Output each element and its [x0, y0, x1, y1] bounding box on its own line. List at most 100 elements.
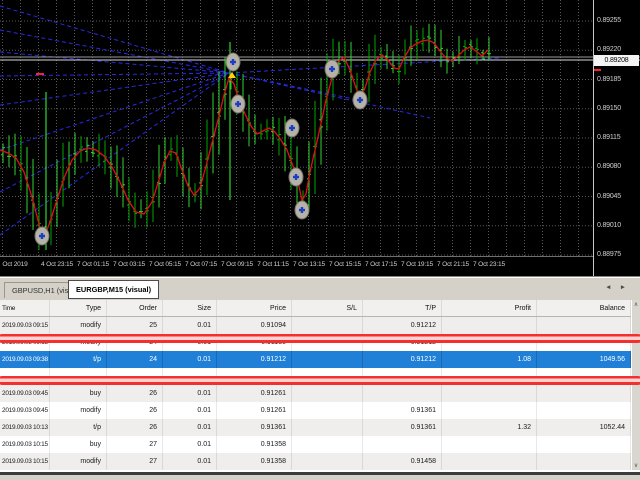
scroll-up-icon[interactable]: ∧: [632, 301, 640, 308]
cell: 2019.09.03 10:15: [0, 436, 50, 453]
time-axis-label: 7 Oct 23:15: [473, 261, 505, 268]
trade-marker-icon: [294, 200, 310, 220]
table-scrollbar[interactable]: ∧ ∨: [632, 300, 640, 472]
cell: 0.91261: [217, 402, 292, 419]
cell: [442, 402, 537, 419]
cell: 27: [107, 436, 163, 453]
fan-line: [0, 72, 230, 193]
price-axis-label: 0.88975: [597, 251, 621, 258]
cell: modify: [50, 317, 107, 334]
tab-scroll-right-icon[interactable]: ►: [620, 284, 634, 291]
cell: 2019.09.03 09:45: [0, 402, 50, 419]
cell: 0.01: [163, 317, 217, 334]
column-header-Profit: Profit: [442, 300, 537, 316]
trade-marker-icon: [284, 118, 300, 138]
cell: 0.91458: [363, 453, 442, 470]
fan-line: [0, 72, 230, 77]
cell: [537, 317, 631, 334]
cell: buy: [50, 436, 107, 453]
table-row[interactable]: 2019.09.03 10:15 modify 27 0.01 0.91358 0.914…: [0, 453, 631, 470]
cell: [363, 385, 442, 402]
price-axis-label: 0.89115: [597, 134, 621, 141]
fan-line: [0, 72, 230, 106]
table-row[interactable]: 2019.09.03 10:13 t/p 26 0.01 0.91361 0.91361 1…: [0, 419, 631, 436]
cell: buy: [50, 385, 107, 402]
cell: [292, 385, 363, 402]
cell: 0.91358: [217, 453, 292, 470]
column-header-T/P: T/P: [363, 300, 442, 316]
cell: t/p: [50, 351, 107, 368]
table-header-row: Time Type Order Size Price S/L T/P Profit Balanc…: [0, 300, 631, 317]
fan-line: [228, 72, 369, 103]
tab-scroll-left-icon[interactable]: ◄: [605, 284, 619, 291]
current-price-box: 0.89208: [594, 55, 639, 66]
column-header-Type: Type: [50, 300, 107, 316]
red-annotation-band: [0, 376, 640, 385]
cell: [442, 453, 537, 470]
trade-marker-icon: [352, 90, 368, 110]
cell: 25: [107, 317, 163, 334]
price-axis-label: 0.89080: [597, 163, 621, 171]
cell: [537, 385, 631, 402]
cell: [292, 317, 363, 334]
cell: 0.91212: [363, 351, 442, 368]
cell: 0.01: [163, 351, 217, 368]
trade-marker-icon: [288, 167, 304, 187]
cell: 0.91094: [217, 317, 292, 334]
tab-scroll-arrows: ◄►: [605, 284, 634, 291]
price-axis-label: 0.89150: [597, 104, 621, 112]
cell: [442, 317, 537, 334]
price-axis-label: 0.89220: [597, 46, 621, 54]
cell: 0.91212: [363, 317, 442, 334]
cell: 0.01: [163, 436, 217, 453]
cell: [292, 351, 363, 368]
cell: 0.01: [163, 419, 217, 436]
red-annotation-band: [0, 334, 640, 343]
cell: 0.01: [163, 402, 217, 419]
cell: 0.91212: [217, 351, 292, 368]
trade-marker-icon: [230, 94, 246, 114]
table-row[interactable]: 2019.09.03 10:15 buy 27 0.01 0.91358: [0, 436, 631, 453]
cell: 1.08: [442, 351, 537, 368]
cell: 26: [107, 402, 163, 419]
chart-canvas: [0, 0, 640, 276]
table-row[interactable]: 2019.09.03 09:45 buy 26 0.01 0.91261: [0, 385, 631, 402]
cell: 2019.09.03 09:15: [0, 317, 50, 334]
column-header-Order: Order: [107, 300, 163, 316]
table-row-selected[interactable]: 2019.09.03 09:38 t/p 24 0.01 0.91212 0.91212 1…: [0, 351, 631, 368]
fan-line: [0, 51, 230, 74]
price-axis-label: 0.89255: [597, 17, 621, 24]
cell: [292, 402, 363, 419]
cell: 26: [107, 419, 163, 436]
cell: 1049.56: [537, 351, 631, 368]
trade-marker-icon: [324, 59, 340, 79]
trade-marker-icon: [34, 226, 50, 246]
fan-line: [0, 72, 230, 236]
column-header-Balance: Balance: [537, 300, 631, 316]
window-bottom-strip: [0, 475, 640, 480]
cell: 0.01: [163, 453, 217, 470]
cell: [442, 385, 537, 402]
cell: 1.32: [442, 419, 537, 436]
trade-marker-icon: [225, 52, 241, 78]
cell: modify: [50, 453, 107, 470]
cell: 0.01: [163, 385, 217, 402]
table-row[interactable]: 2019.09.03 09:15 modify 25 0.01 0.91094 0.912…: [0, 317, 631, 334]
fan-line: [0, 29, 230, 74]
cell: [363, 436, 442, 453]
cell: [292, 453, 363, 470]
cell: 27: [107, 453, 163, 470]
price-axis-label: 0.89010: [597, 221, 621, 229]
cell: [442, 436, 537, 453]
cell: [292, 436, 363, 453]
column-header-Size: Size: [163, 300, 217, 316]
cell: 2019.09.03 09:45: [0, 385, 50, 402]
scroll-down-icon[interactable]: ∨: [632, 462, 640, 469]
table-row[interactable]: 2019.09.03 09:45 modify 26 0.01 0.91261 0.913…: [0, 402, 631, 419]
cell: [537, 436, 631, 453]
tab-eurgbp-m15[interactable]: EURGBP,M15 (visual): [68, 280, 160, 299]
price-axis-label: 0.89045: [597, 192, 621, 200]
cell: [537, 453, 631, 470]
cell: 26: [107, 385, 163, 402]
cell: 1052.44: [537, 419, 631, 436]
